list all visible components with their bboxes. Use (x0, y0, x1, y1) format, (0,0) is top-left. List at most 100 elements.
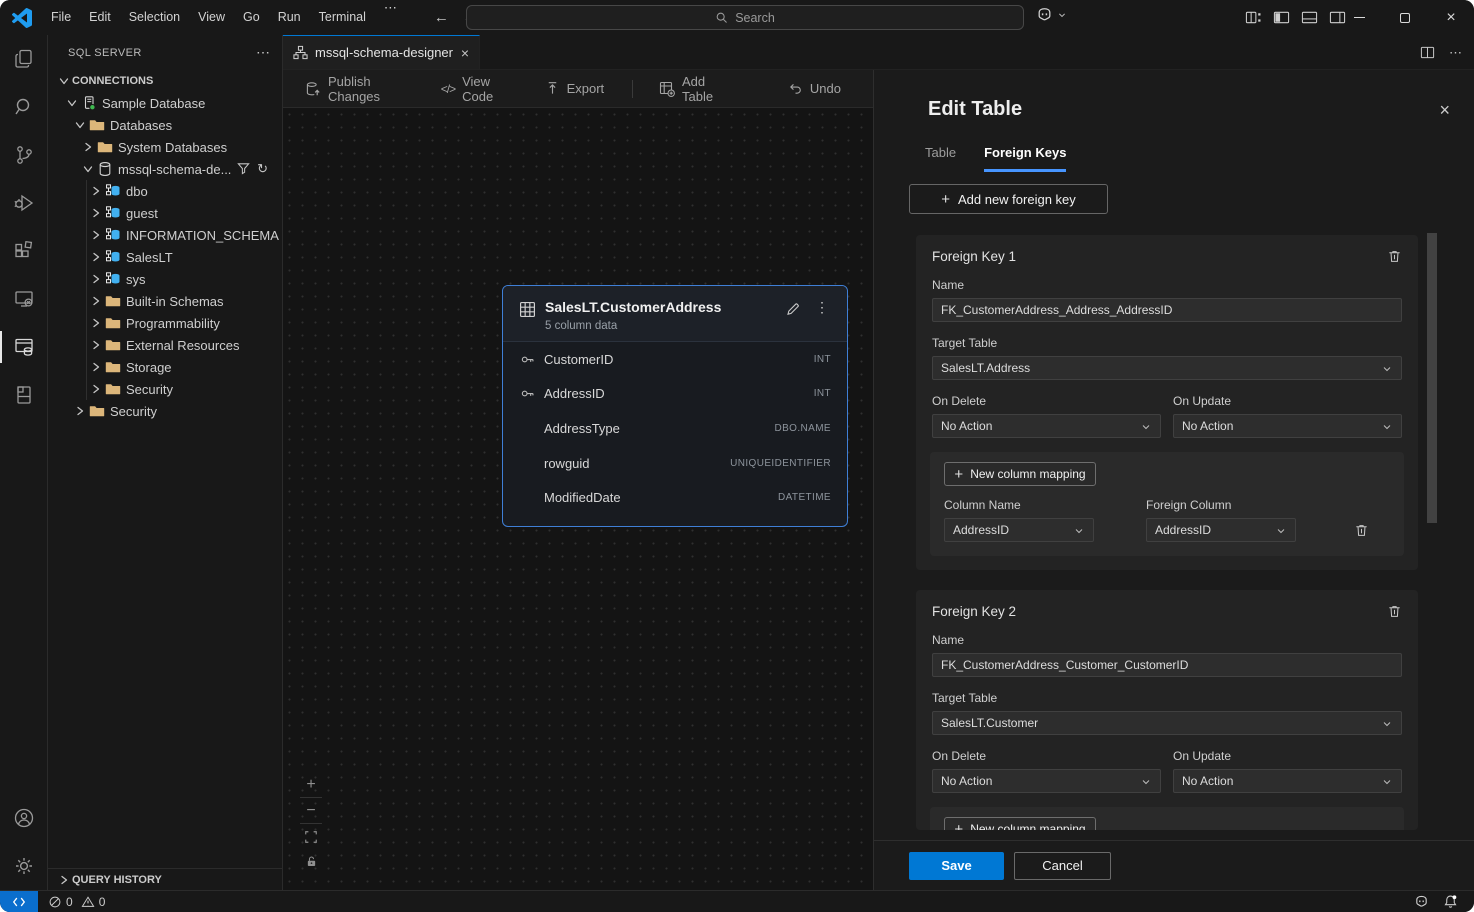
tab-mssql-schema-designer[interactable]: mssql-schema-designer × (283, 35, 480, 69)
tree-item-security-outer[interactable]: Security (48, 400, 282, 422)
panel-close-icon[interactable]: × (1439, 100, 1450, 121)
fit-view-button[interactable] (299, 824, 323, 849)
command-center-search[interactable]: Search (466, 5, 1024, 30)
accounts-button[interactable] (0, 794, 48, 842)
tree-item-saleslt[interactable]: SalesLT (48, 246, 282, 268)
split-editor-icon[interactable] (1420, 45, 1435, 60)
run-debug-button[interactable] (0, 179, 48, 227)
tree-item-databases[interactable]: Databases (48, 114, 282, 136)
tree-item-security-inner[interactable]: Security (48, 378, 282, 400)
menu-view[interactable]: View (189, 0, 234, 35)
maximize-button[interactable] (1382, 0, 1428, 35)
fk2-on-delete-dropdown[interactable]: No Action (932, 769, 1161, 793)
lock-canvas-button[interactable] (299, 849, 323, 874)
table-node-menu-icon[interactable]: ⋮ (815, 299, 829, 316)
menu-run[interactable]: Run (269, 0, 310, 35)
designer-canvas[interactable]: SalesLT.CustomerAddress 5 column data ⋮ … (283, 108, 873, 890)
fk1-target-table-dropdown[interactable]: SalesLT.Address (932, 356, 1402, 380)
fk2-on-update-dropdown[interactable]: No Action (1173, 769, 1402, 793)
new-column-mapping-button[interactable]: + New column mapping (944, 817, 1096, 830)
minimize-button[interactable] (1336, 0, 1382, 35)
plus-icon: + (954, 466, 963, 483)
column-type: INT (814, 354, 831, 365)
remote-explorer-button[interactable] (0, 275, 48, 323)
fk2-name-input[interactable]: FK_CustomerAddress_Customer_CustomerID (932, 653, 1402, 677)
fk1-on-delete-dropdown[interactable]: No Action (932, 414, 1161, 438)
column-row-addressid[interactable]: AddressID INT (503, 377, 847, 412)
tab-close-icon[interactable]: × (461, 45, 469, 61)
database-projects-button[interactable] (0, 371, 48, 419)
remote-indicator[interactable] (0, 891, 38, 912)
tab-foreign-keys[interactable]: Foreign Keys (984, 145, 1066, 172)
tree-item-built-in-schemas[interactable]: Built-in Schemas (48, 290, 282, 312)
explorer-button[interactable] (0, 35, 48, 83)
table-node-customeraddress[interactable]: SalesLT.CustomerAddress 5 column data ⋮ … (502, 285, 848, 527)
export-icon (545, 81, 560, 96)
editor-more-actions-icon[interactable]: ⋯ (1449, 45, 1462, 61)
tree-item-sys[interactable]: sys (48, 268, 282, 290)
tree-item-sample-database[interactable]: Sample Database (48, 92, 282, 114)
add-new-foreign-key-button[interactable]: + Add new foreign key (909, 184, 1108, 214)
save-button[interactable]: Save (909, 852, 1004, 880)
export-label: Export (567, 81, 605, 96)
delete-mapping-icon[interactable] (1354, 523, 1369, 538)
zoom-in-button[interactable]: + (299, 772, 323, 797)
edit-table-pencil-icon[interactable] (785, 301, 801, 317)
close-window-button[interactable]: × (1428, 0, 1474, 35)
extensions-button[interactable] (0, 227, 48, 275)
column-row-addresstype[interactable]: AddressType DBO.NAME (503, 411, 847, 446)
tree-item-mssql-schema-designer-db[interactable]: mssql-schema-de... ↻ (48, 158, 282, 180)
toggle-primary-sidebar-icon[interactable] (1273, 9, 1290, 26)
back-button[interactable]: ← (434, 9, 449, 26)
undo-button[interactable]: Undo (788, 81, 841, 96)
source-control-button[interactable] (0, 131, 48, 179)
delete-foreign-key-icon[interactable] (1387, 604, 1402, 619)
settings-gear-button[interactable] (0, 842, 48, 890)
menu-terminal[interactable]: Terminal (310, 0, 375, 35)
view-code-button[interactable]: </> View Code (441, 74, 513, 104)
zoom-out-button[interactable]: − (299, 798, 323, 823)
fk1-foreign-column-dropdown[interactable]: AddressID (1146, 518, 1296, 542)
status-bar-right (1414, 894, 1474, 909)
tree-item-storage[interactable]: Storage (48, 356, 282, 378)
new-column-mapping-button[interactable]: + New column mapping (944, 462, 1096, 486)
fk1-column-name-dropdown[interactable]: AddressID (944, 518, 1094, 542)
tree-item-programmability[interactable]: Programmability (48, 312, 282, 334)
fk1-name-input[interactable]: FK_CustomerAddress_Address_AddressID (932, 298, 1402, 322)
copilot-button[interactable] (1036, 6, 1068, 23)
tree-item-dbo[interactable]: dbo (48, 180, 282, 202)
refresh-icon[interactable]: ↻ (257, 161, 268, 177)
menu-go[interactable]: Go (234, 0, 269, 35)
search-view-button[interactable] (0, 83, 48, 131)
menu-edit[interactable]: Edit (80, 0, 120, 35)
tree-item-guest[interactable]: guest (48, 202, 282, 224)
tab-table[interactable]: Table (925, 145, 956, 172)
tree-section-connections[interactable]: CONNECTIONS (48, 70, 282, 92)
notifications-bell-icon[interactable] (1443, 894, 1458, 909)
menu-file[interactable]: File (42, 0, 80, 35)
sql-server-view-button[interactable] (0, 323, 48, 371)
customize-layout-icon[interactable] (1245, 9, 1262, 26)
tree-item-external-resources[interactable]: External Resources (48, 334, 282, 356)
panel-scrollbar-thumb[interactable] (1427, 233, 1437, 523)
filter-icon[interactable] (236, 161, 251, 177)
fk1-on-update-dropdown[interactable]: No Action (1173, 414, 1402, 438)
column-row-rowguid[interactable]: rowguid UNIQUEIDENTIFIER (503, 446, 847, 481)
sidebar-more-actions-icon[interactable]: ⋯ (256, 44, 270, 61)
tree-item-system-databases[interactable]: System Databases (48, 136, 282, 158)
column-row-customerid[interactable]: CustomerID INT (503, 342, 847, 377)
publish-changes-button[interactable]: Publish Changes (305, 74, 409, 104)
add-table-button[interactable]: Add Table (659, 74, 728, 104)
problems-indicator[interactable]: 0 0 (48, 895, 105, 909)
delete-foreign-key-icon[interactable] (1387, 249, 1402, 264)
column-row-modifieddate[interactable]: ModifiedDate DATETIME (503, 480, 847, 515)
export-button[interactable]: Export (545, 81, 605, 96)
menu-overflow-icon[interactable]: ⋯ (375, 0, 406, 35)
cancel-button[interactable]: Cancel (1014, 852, 1111, 880)
toggle-panel-icon[interactable] (1301, 9, 1318, 26)
query-history-section[interactable]: QUERY HISTORY (48, 868, 282, 890)
fk2-target-table-dropdown[interactable]: SalesLT.Customer (932, 711, 1402, 735)
tree-item-information-schema[interactable]: INFORMATION_SCHEMA (48, 224, 282, 246)
copilot-status-icon[interactable] (1414, 894, 1429, 909)
menu-selection[interactable]: Selection (120, 0, 189, 35)
